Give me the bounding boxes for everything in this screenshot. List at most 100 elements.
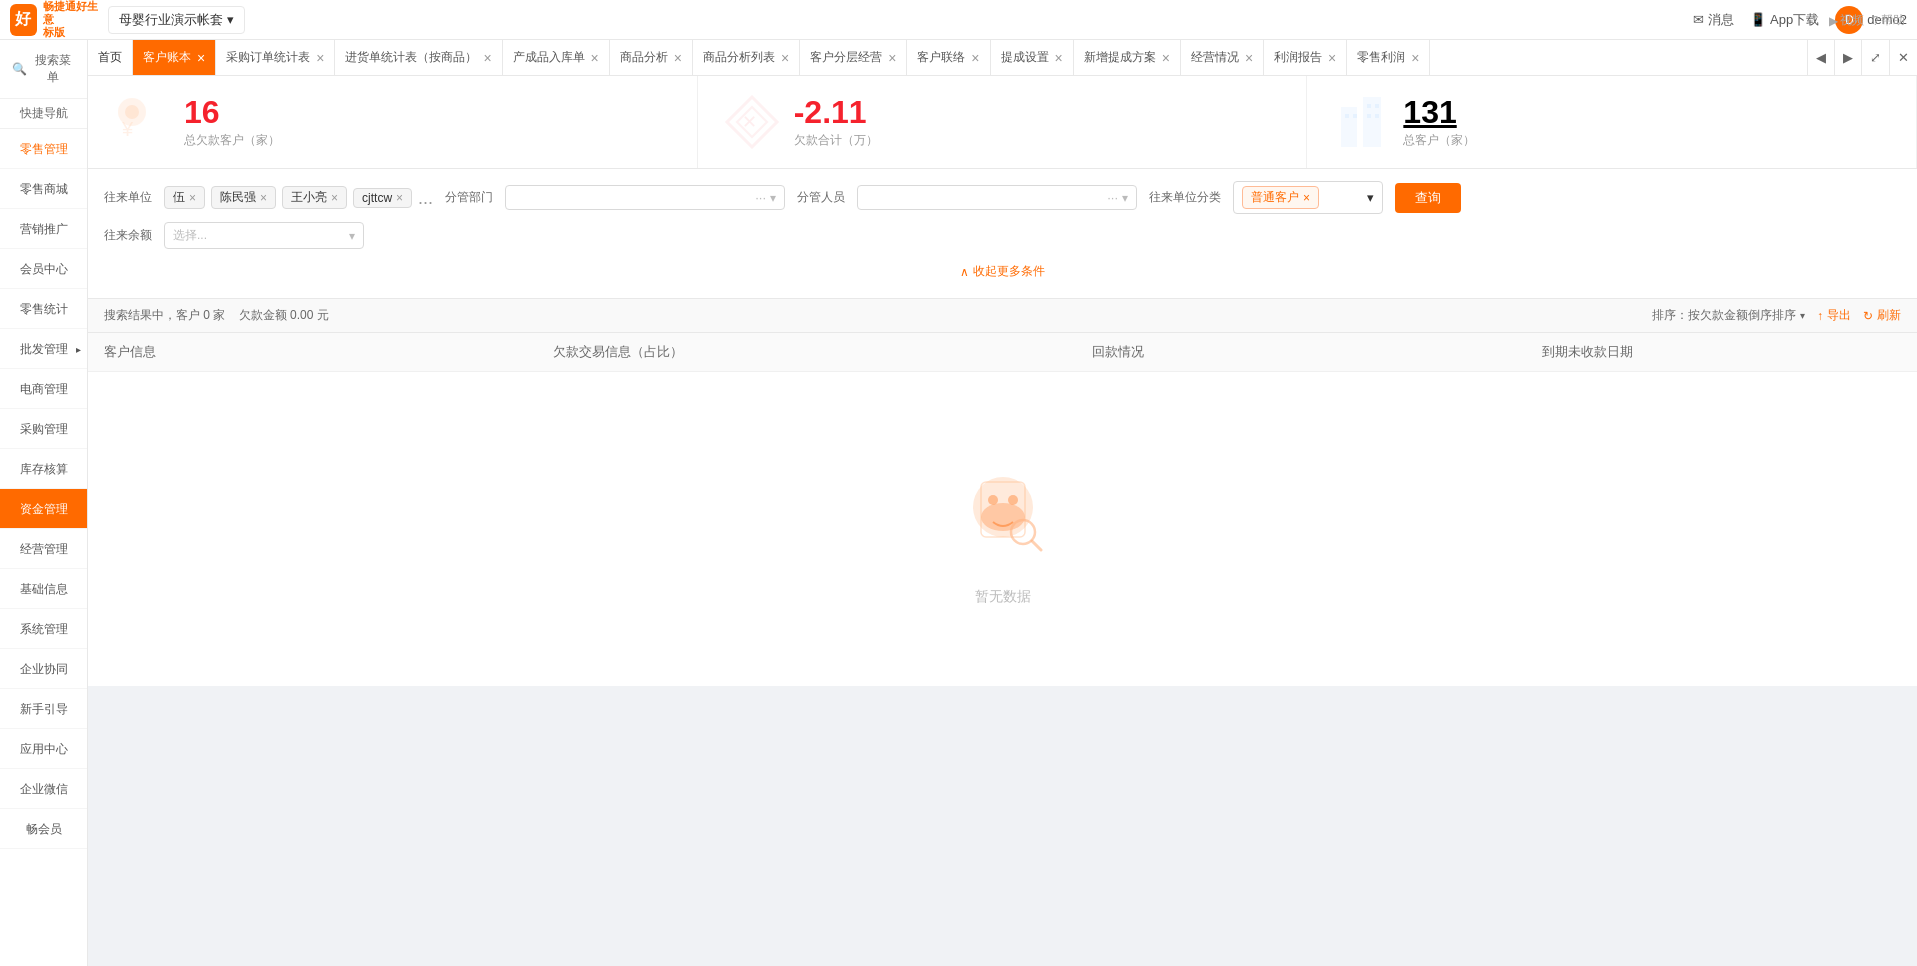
sidebar-item-enterprise-wechat[interactable]: 企业微信: [0, 769, 87, 809]
sidebar-item-enterprise[interactable]: 企业协同: [0, 649, 87, 689]
sidebar-item-label: 系统管理: [4, 621, 83, 638]
sidebar-item-label: 会员中心: [4, 261, 83, 278]
tab-business[interactable]: 经营情况 ×: [1181, 40, 1264, 76]
home-tab-label: 首页: [98, 49, 122, 66]
close-icon[interactable]: ×: [316, 51, 324, 65]
sidebar-item-operation[interactable]: 经营管理: [0, 529, 87, 569]
refresh-icon: ↻: [1863, 309, 1873, 323]
tab-actions: ◀ ▶ ⤢ ✕: [1807, 40, 1917, 76]
tag-close-icon[interactable]: ×: [331, 191, 338, 205]
close-icon[interactable]: ×: [197, 51, 205, 65]
tag-close-icon[interactable]: ×: [396, 191, 403, 205]
collapse-button[interactable]: ∧ 收起更多条件: [104, 257, 1901, 286]
svg-rect-4: [1341, 107, 1357, 147]
tab-product-analysis-list[interactable]: 商品分析列表 ×: [693, 40, 800, 76]
sidebar-search-area: 🔍 搜索菜单: [0, 40, 87, 99]
tag-value: 伍: [173, 189, 185, 206]
svg-rect-11: [1375, 114, 1379, 118]
close-icon[interactable]: ×: [971, 51, 979, 65]
close-icon[interactable]: ×: [1055, 51, 1063, 65]
chevron-down-icon: ▾: [1800, 310, 1805, 321]
sidebar-item-wholesale[interactable]: 批发管理 ▸: [0, 329, 87, 369]
chevron-up-icon: ∧: [960, 265, 969, 279]
tab-profit-report[interactable]: 利润报告 ×: [1264, 40, 1347, 76]
sidebar-item-inventory[interactable]: 库存核算: [0, 449, 87, 489]
tab-close-all[interactable]: ✕: [1889, 40, 1917, 76]
query-button[interactable]: 查询: [1395, 183, 1461, 213]
tab-scroll-left[interactable]: ◀: [1807, 40, 1834, 76]
tab-maximize[interactable]: ⤢: [1861, 40, 1889, 76]
sidebar-item-ecommerce[interactable]: 电商管理: [0, 369, 87, 409]
sidebar-item-purchase[interactable]: 采购管理: [0, 409, 87, 449]
close-icon[interactable]: ×: [1328, 51, 1336, 65]
filter-tag-2: 陈民强 ×: [211, 186, 276, 209]
tab-customer-contact[interactable]: 客户联络 ×: [907, 40, 990, 76]
category-tag-value: 普通客户: [1251, 189, 1299, 206]
tab-label: 利润报告: [1274, 49, 1322, 66]
result-text: 搜索结果中，客户 0 家 欠款金额 0.00 元: [104, 307, 329, 324]
category-select[interactable]: 普通客户 × ▾: [1233, 181, 1383, 214]
store-selector[interactable]: 母婴行业演示帐套 ▾: [108, 6, 245, 34]
tab-scroll-right[interactable]: ▶: [1834, 40, 1861, 76]
tag-close-icon[interactable]: ×: [260, 191, 267, 205]
total-debt-label: 欠款合计（万）: [794, 132, 878, 149]
tab-new-raise[interactable]: 新增提成方案 ×: [1074, 40, 1181, 76]
search-menu-button[interactable]: 🔍 搜索菜单: [8, 48, 79, 90]
close-icon[interactable]: ×: [591, 51, 599, 65]
sidebar-item-app-center[interactable]: 应用中心: [0, 729, 87, 769]
download-icon: 📱: [1750, 12, 1766, 27]
dept-select[interactable]: ··· ▾: [505, 185, 785, 210]
app-download-btn[interactable]: 📱 App下载: [1750, 11, 1819, 29]
sidebar-item-newbie[interactable]: 新手引导: [0, 689, 87, 729]
message-btn[interactable]: ✉ 消息: [1693, 11, 1734, 29]
close-icon[interactable]: ×: [888, 51, 896, 65]
column-debt: 欠款交易信息（占比）: [553, 343, 1092, 361]
tab-purchase-order[interactable]: 采购订单统计表 ×: [216, 40, 335, 76]
sidebar-item-marketing[interactable]: 营销推广: [0, 209, 87, 249]
close-icon[interactable]: ×: [483, 51, 491, 65]
sidebar-item-finance[interactable]: 资金管理: [0, 489, 87, 529]
close-icon[interactable]: ×: [674, 51, 682, 65]
export-button[interactable]: ↑ 导出: [1817, 307, 1851, 324]
sidebar-item-basic-info[interactable]: 基础信息: [0, 569, 87, 609]
tab-raise-settings[interactable]: 提成设置 ×: [991, 40, 1074, 76]
filter-tag-3: 王小亮 ×: [282, 186, 347, 209]
tag-value: 陈民强: [220, 189, 256, 206]
tab-purchase-stats[interactable]: 进货单统计表（按商品） ×: [335, 40, 502, 76]
person-select[interactable]: ··· ▾: [857, 185, 1137, 210]
close-icon[interactable]: ×: [1245, 51, 1253, 65]
category-tag-close-icon[interactable]: ×: [1303, 191, 1310, 205]
dots-icon: ···: [1107, 190, 1118, 205]
svg-point-15: [1008, 495, 1018, 505]
tag-close-icon[interactable]: ×: [189, 191, 196, 205]
close-icon[interactable]: ×: [1411, 51, 1419, 65]
close-icon[interactable]: ×: [1162, 51, 1170, 65]
chevron-down-icon: ▾: [349, 229, 355, 243]
sidebar-item-retail-stats[interactable]: 零售统计: [0, 289, 87, 329]
sidebar-item-member[interactable]: 会员中心: [0, 249, 87, 289]
balance-select[interactable]: 选择... ▾: [164, 222, 364, 249]
sidebar-item-system[interactable]: 系统管理: [0, 609, 87, 649]
tab-customer-segment[interactable]: 客户分层经营 ×: [800, 40, 907, 76]
filter-row-balance: 往来余额 选择... ▾: [104, 222, 1901, 249]
sidebar-item-retail[interactable]: 零售管理: [0, 129, 87, 169]
tag-value: cjttcw: [362, 191, 392, 205]
sort-button[interactable]: 排序：按欠款金额倒序排序 ▾: [1652, 307, 1805, 324]
tab-customer-account[interactable]: 客户账本 ×: [133, 40, 216, 76]
refresh-button[interactable]: ↻ 刷新: [1863, 307, 1901, 324]
column-customer: 客户信息: [104, 343, 553, 361]
tab-product-analysis[interactable]: 商品分析 ×: [610, 40, 693, 76]
filter-more-btn[interactable]: ...: [418, 189, 433, 207]
sidebar-item-retail-mall[interactable]: 零售商城: [0, 169, 87, 209]
chevron-down-icon: ▾: [1367, 190, 1374, 205]
tab-production-stock[interactable]: 产成品入库单 ×: [503, 40, 610, 76]
close-icon[interactable]: ×: [781, 51, 789, 65]
tab-home[interactable]: 首页: [88, 40, 133, 76]
stat-values: 16 总欠款客户（家）: [184, 96, 280, 149]
svg-point-14: [988, 495, 998, 505]
page-content: ¥ 16 总欠款客户（家） ✕: [88, 76, 1917, 966]
tab-retail-profit[interactable]: 零售利润 ×: [1347, 40, 1430, 76]
sidebar-item-vip-member[interactable]: 畅会员: [0, 809, 87, 849]
top-bar: 好 畅捷通好生意 标版 母婴行业演示帐套 ▾ ✉ 消息 📱 App下载 D de…: [0, 0, 1917, 40]
quick-nav-button[interactable]: 快捷导航: [0, 99, 87, 129]
